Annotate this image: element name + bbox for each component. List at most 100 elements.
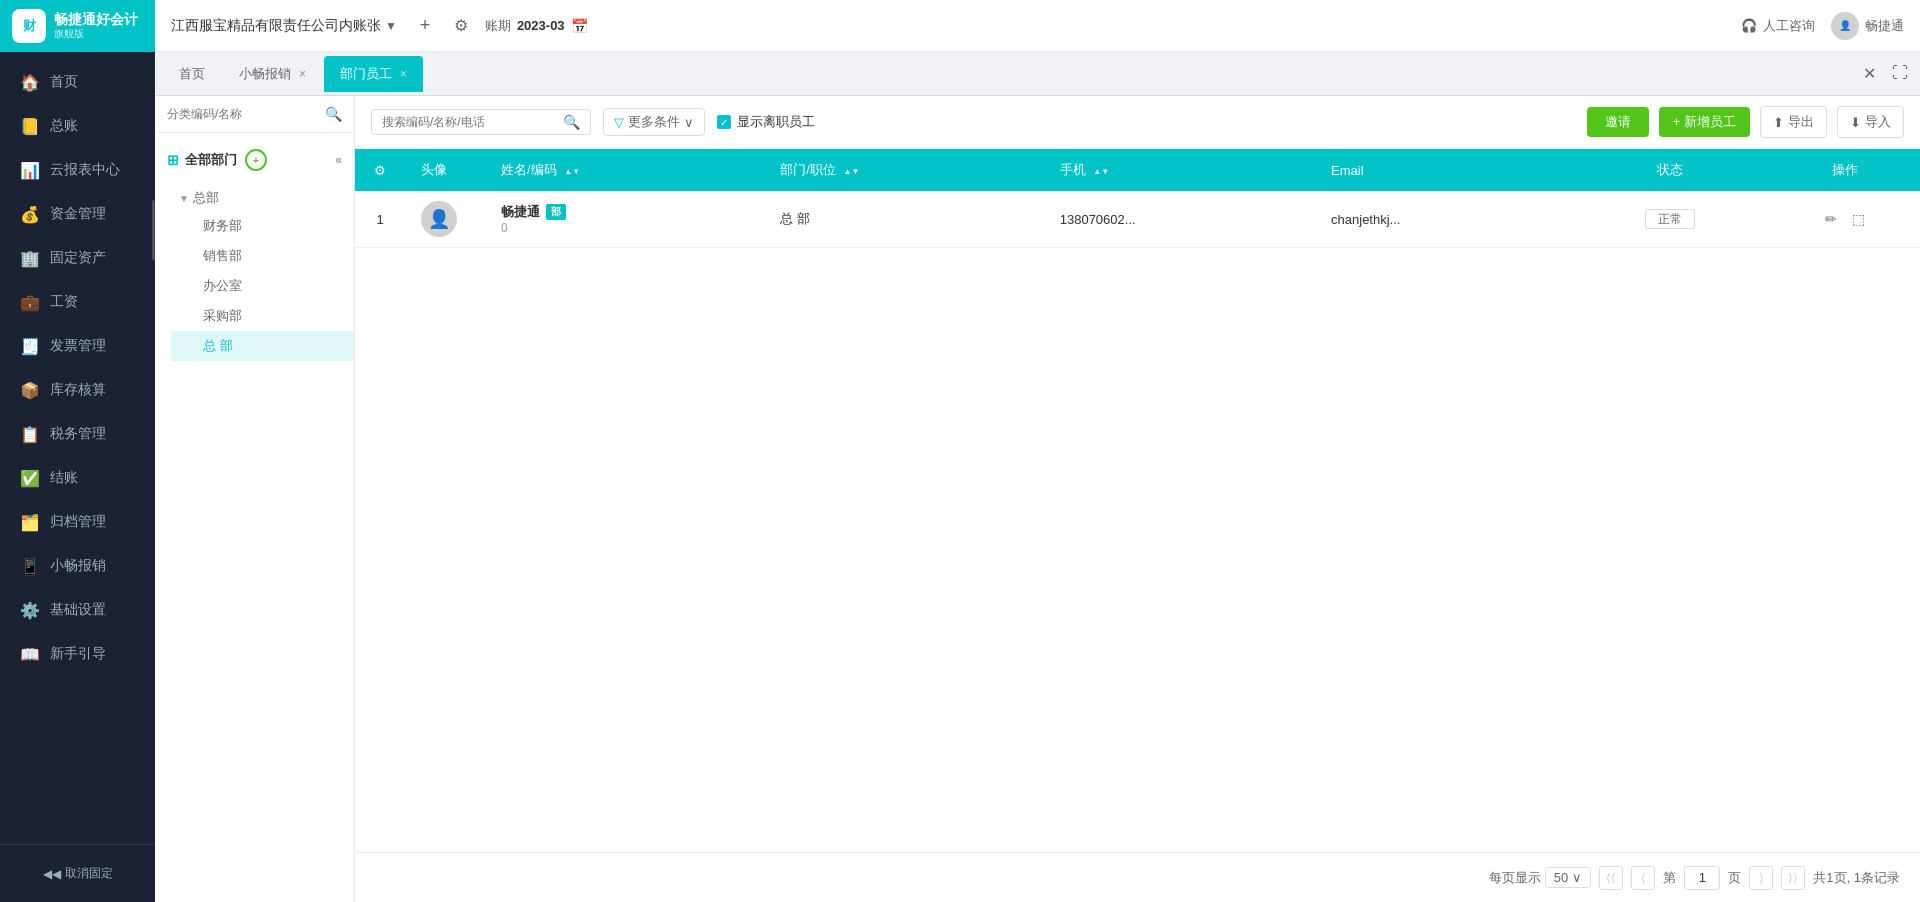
dept-child-finance[interactable]: 财务部: [171, 211, 354, 241]
name-sort-icon[interactable]: ▲▼: [564, 168, 580, 176]
logout-button[interactable]: ⬚: [1846, 209, 1871, 229]
nav-item-ledger[interactable]: 📒 总账: [0, 104, 155, 148]
col-name[interactable]: 姓名/编码 ▲▼: [485, 149, 764, 191]
dept-name-finance: 财务部: [203, 218, 242, 233]
col-dept[interactable]: 部门/职位 ▲▼: [764, 149, 1043, 191]
nav-label-inventory: 库存核算: [50, 381, 106, 399]
row-phone: 138070602...: [1044, 191, 1315, 248]
tab-close-icon[interactable]: ✕: [1859, 60, 1880, 87]
col-settings[interactable]: ⚙: [355, 149, 405, 191]
nav-label-ledger: 总账: [50, 117, 78, 135]
per-page-dropdown-icon: ∨: [1572, 870, 1582, 885]
nav-item-funds[interactable]: 💰 资金管理: [0, 192, 155, 236]
toolbar-right: 邀请 + 新增员工 ⬆ 导出 ⬇ 导入: [1587, 106, 1904, 138]
tab-home[interactable]: 首页: [163, 56, 221, 92]
dept-collapse-icon[interactable]: «: [335, 153, 342, 167]
dept-search-icon[interactable]: 🔍: [325, 106, 342, 122]
page-number-input[interactable]: 1: [1684, 866, 1720, 890]
sidebar: 财 畅捷通好会计 旗舰版 🏠 首页 📒 总账 📊 云报表中心 💰 资金管理 🏢 …: [0, 0, 155, 902]
dept-child-sales[interactable]: 销售部: [171, 241, 354, 271]
nav-label-closing: 结账: [50, 469, 78, 487]
tab-department-label: 部门员工: [340, 65, 392, 83]
per-page-dropdown[interactable]: 50 ∨: [1545, 867, 1591, 888]
col-phone[interactable]: 手机 ▲▼: [1044, 149, 1315, 191]
dept-search-input[interactable]: [167, 107, 325, 121]
nav-list: 🏠 首页 📒 总账 📊 云报表中心 💰 资金管理 🏢 固定资产 💼 工资 🧾 发…: [0, 52, 155, 844]
sidebar-footer: ◀◀ 取消固定: [0, 844, 155, 902]
nav-item-archive[interactable]: 🗂️ 归档管理: [0, 500, 155, 544]
import-button[interactable]: ⬇ 导入: [1837, 106, 1904, 138]
cancel-pin-label: 取消固定: [65, 865, 113, 882]
dept-name-purchase: 采购部: [203, 308, 242, 323]
user-menu[interactable]: 👤 畅捷通: [1831, 12, 1904, 40]
status-badge: 正常: [1645, 209, 1695, 229]
cancel-pin-button[interactable]: ◀◀ 取消固定: [0, 857, 155, 890]
dept-root-all[interactable]: ⊞ 全部部门 + «: [155, 141, 354, 179]
nav-item-invoice[interactable]: 🧾 发票管理: [0, 324, 155, 368]
tab-xiaochang[interactable]: 小畅报销 ×: [223, 56, 322, 92]
topbar-settings-icon[interactable]: ⚙: [449, 14, 473, 38]
dept-name-office: 办公室: [203, 278, 242, 293]
dept-name-sales: 销售部: [203, 248, 242, 263]
nav-item-guide[interactable]: 📖 新手引导: [0, 632, 155, 676]
phone-sort-icon[interactable]: ▲▼: [1093, 168, 1109, 176]
topbar: 江西服宝精品有限责任公司内账张 ▼ + ⚙ 账期 2023-03 📅 🎧 人工咨…: [155, 0, 1920, 52]
nav-label-archive: 归档管理: [50, 513, 106, 531]
page-size-select: 每页显示 50 ∨: [1489, 867, 1591, 888]
content-area: 🔍 ⊞ 全部部门 + « ▼ 总部 财务部: [155, 96, 1920, 902]
employee-name: 畅捷通 部: [501, 203, 748, 221]
row-dept-position: 总 部: [764, 191, 1043, 248]
add-employee-button[interactable]: + 新增员工: [1659, 107, 1750, 137]
tab-department[interactable]: 部门员工 ×: [324, 56, 423, 92]
table-header-row: ⚙ 头像 姓名/编码 ▲▼ 部门/职位 ▲▼: [355, 149, 1920, 191]
next-page-button[interactable]: ⟩: [1749, 866, 1773, 890]
nav-item-settings[interactable]: ⚙️ 基础设置: [0, 588, 155, 632]
add-tab-button[interactable]: +: [413, 14, 437, 38]
dept-parent-headquarters: ▼ 总部 财务部 销售部 办公室 采购部: [155, 179, 354, 367]
edit-button[interactable]: ✏: [1819, 209, 1843, 229]
nav-item-fixed-assets[interactable]: 🏢 固定资产: [0, 236, 155, 280]
dept-sort-icon[interactable]: ▲▼: [844, 168, 860, 176]
import-icon: ⬇: [1850, 115, 1861, 130]
dept-label-headquarters[interactable]: ▼ 总部: [171, 185, 354, 211]
company-dropdown-icon[interactable]: ▼: [385, 19, 397, 33]
logo: 财 畅捷通好会计 旗舰版: [0, 0, 155, 52]
more-conditions-button[interactable]: ▽ 更多条件 ∨: [603, 108, 705, 136]
company-name: 江西服宝精品有限责任公司内账张: [171, 17, 381, 35]
employee-search-icon[interactable]: 🔍: [563, 114, 580, 130]
tab-expand-icon[interactable]: ⛶: [1888, 60, 1912, 87]
dept-edit-icon[interactable]: +: [245, 149, 267, 171]
calendar-icon[interactable]: 📅: [571, 18, 588, 34]
employee-dept-badge: 部: [546, 204, 566, 220]
tab-department-close[interactable]: ×: [400, 67, 407, 81]
nav-item-reports[interactable]: 📊 云报表中心: [0, 148, 155, 192]
employee-search-input[interactable]: [382, 115, 563, 129]
nav-item-tax[interactable]: 📋 税务管理: [0, 412, 155, 456]
nav-item-xiaochang[interactable]: 📱 小畅报销: [0, 544, 155, 588]
nav-item-closing[interactable]: ✅ 结账: [0, 456, 155, 500]
dept-child-purchase[interactable]: 采购部: [171, 301, 354, 331]
inventory-icon: 📦: [20, 380, 40, 400]
last-page-button[interactable]: ⟩⟩: [1781, 866, 1805, 890]
nav-label-funds: 资金管理: [50, 205, 106, 223]
nav-item-home[interactable]: 🏠 首页: [0, 60, 155, 104]
nav-item-inventory[interactable]: 📦 库存核算: [0, 368, 155, 412]
dept-child-office[interactable]: 办公室: [171, 271, 354, 301]
show-resigned-toggle[interactable]: ✓ 显示离职员工: [717, 113, 815, 131]
tab-xiaochang-close[interactable]: ×: [299, 67, 306, 81]
invite-button[interactable]: 邀请: [1587, 107, 1649, 137]
nav-item-salary[interactable]: 💼 工资: [0, 280, 155, 324]
first-page-button[interactable]: ⟨⟨: [1599, 866, 1623, 890]
app-sub: 旗舰版: [54, 27, 138, 41]
dept-child-general[interactable]: 总 部: [171, 331, 354, 361]
consult-button[interactable]: 🎧 人工咨询: [1741, 17, 1815, 35]
headset-icon: 🎧: [1741, 18, 1757, 33]
prev-page-button[interactable]: ⟨: [1631, 866, 1655, 890]
closing-icon: ✅: [20, 468, 40, 488]
toolbar: 🔍 ▽ 更多条件 ∨ ✓ 显示离职员工 邀请 + 新增员工 ⬆ 导出: [355, 96, 1920, 149]
xiaochang-icon: 📱: [20, 556, 40, 576]
employee-avatar: 👤: [421, 201, 457, 237]
per-page-value: 50: [1554, 870, 1568, 885]
export-button[interactable]: ⬆ 导出: [1760, 106, 1827, 138]
col-status: 状态: [1570, 149, 1770, 191]
